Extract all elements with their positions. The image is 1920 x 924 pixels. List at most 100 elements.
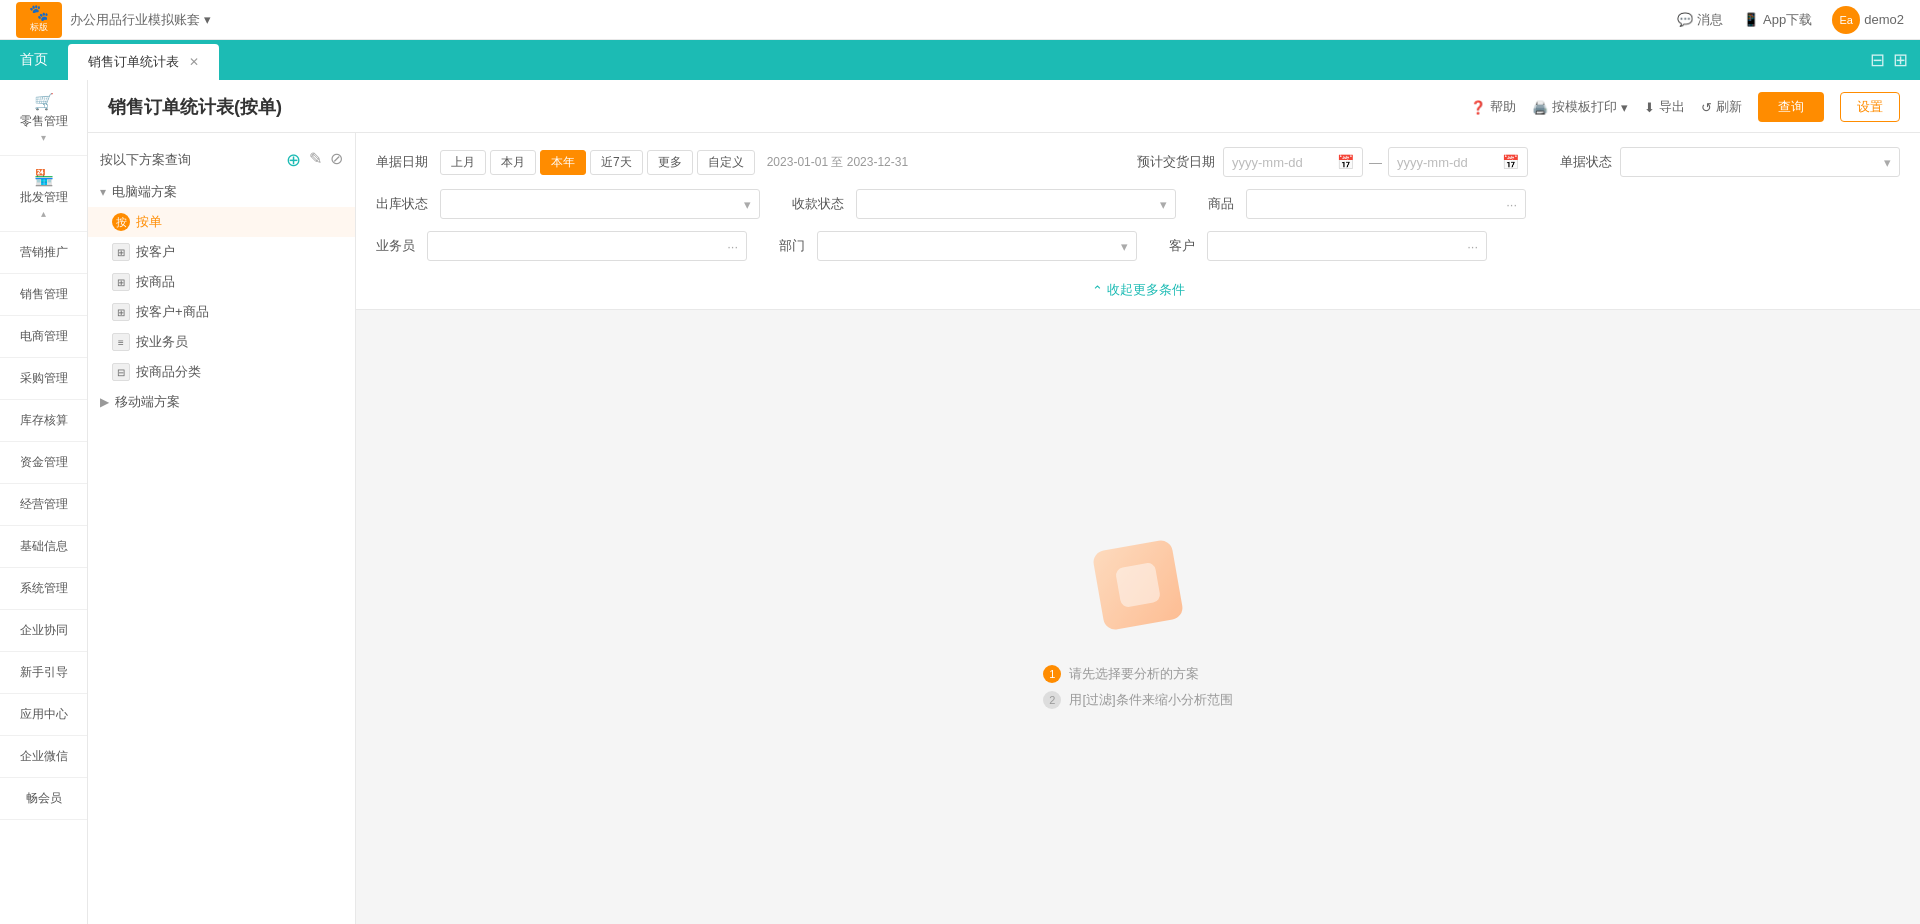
message-icon: 💬	[1677, 12, 1693, 27]
sidebar-label-wechat: 企业微信	[20, 748, 68, 765]
tree-item-label: 按单	[136, 213, 162, 231]
logo: 🐾 标版	[16, 2, 62, 38]
avatar: Ea	[1832, 6, 1860, 34]
app-download-button[interactable]: 📱 App下载	[1743, 11, 1812, 29]
goods-select[interactable]: ···	[1246, 189, 1526, 219]
query-button[interactable]: 查询	[1758, 92, 1824, 122]
customer-select[interactable]: ···	[1207, 231, 1487, 261]
chevron-down-icon: ▾	[204, 12, 211, 27]
sidebar-item-sales[interactable]: 销售管理	[0, 274, 87, 316]
sidebar-item-newbie[interactable]: 新手引导	[0, 652, 87, 694]
tree-item-by-goods[interactable]: ⊞ 按商品	[88, 267, 355, 297]
collapse-filter-bar[interactable]: ⌃ 收起更多条件	[376, 273, 1900, 309]
date-btn-custom[interactable]: 自定义	[697, 150, 755, 175]
sidebar-item-inventory[interactable]: 库存核算	[0, 400, 87, 442]
bill-status-select[interactable]: ▾	[1620, 147, 1900, 177]
scheme-icon-sp: ≡	[112, 333, 130, 351]
minimize-icon[interactable]: ⊟	[1870, 49, 1885, 71]
sidebar-item-enterprise[interactable]: 企业协同	[0, 610, 87, 652]
date-btn-group: 上月 本月 本年 近7天 更多 自定义	[440, 150, 755, 175]
empty-tip-1: 1 请先选择要分析的方案	[1043, 665, 1232, 683]
tree-section-desktop[interactable]: ▾ 电脑端方案	[88, 177, 355, 207]
workspace-title[interactable]: 办公用品行业模拟账套 ▾	[70, 11, 211, 29]
logo-icon: 🐾	[29, 5, 49, 21]
date-btn-last-month[interactable]: 上月	[440, 150, 486, 175]
calendar-end-icon[interactable]: 📅	[1502, 154, 1519, 170]
sidebar-label-retail: 零售管理	[20, 113, 68, 130]
customer-label: 客户	[1169, 237, 1195, 255]
logo-text: 标版	[30, 21, 48, 34]
customer-more-icon[interactable]: ···	[1467, 239, 1478, 254]
tree-section-arrow-mobile: ▶	[100, 395, 109, 409]
user-menu[interactable]: Ea demo2	[1832, 6, 1904, 34]
tree-item-by-category[interactable]: ⊟ 按商品分类	[88, 357, 355, 387]
expected-date-range: yyyy-mm-dd 📅 — yyyy-mm-dd 📅	[1223, 147, 1528, 177]
salesperson-more-icon[interactable]: ···	[727, 239, 738, 254]
tab-home[interactable]: 首页	[0, 40, 68, 80]
page-actions: ❓ 帮助 🖨️ 按模板打印 ▾ ⬇ 导出 ↺ 刷新	[1470, 92, 1900, 122]
sidebar-item-wholesale[interactable]: 🏪 批发管理 ▴	[0, 156, 87, 232]
sidebar-item-marketing[interactable]: 营销推广	[0, 232, 87, 274]
calendar-start-icon[interactable]: 📅	[1337, 154, 1354, 170]
scheme-icon-order: 按	[112, 213, 130, 231]
date-btn-this-month[interactable]: 本月	[490, 150, 536, 175]
sidebar-item-purchase[interactable]: 采购管理	[0, 358, 87, 400]
help-button[interactable]: ❓ 帮助	[1470, 98, 1516, 116]
tree-section-arrow: ▾	[100, 185, 106, 199]
sidebar-item-finance[interactable]: 资金管理	[0, 442, 87, 484]
template-print-button[interactable]: 🖨️ 按模板打印 ▾	[1532, 98, 1628, 116]
salesperson-select[interactable]: ···	[427, 231, 747, 261]
sidebar-label-system: 系统管理	[20, 580, 68, 597]
date-btn-7days[interactable]: 近7天	[590, 150, 643, 175]
tree-item-by-customer-goods[interactable]: ⊞ 按客户+商品	[88, 297, 355, 327]
sidebar-label-apps: 应用中心	[20, 706, 68, 723]
tree-section-label-mobile: 移动端方案	[115, 393, 180, 411]
tip-text-2: 用[过滤]条件来缩小分析范围	[1069, 691, 1232, 709]
sidebar-item-basic[interactable]: 基础信息	[0, 526, 87, 568]
export-button[interactable]: ⬇ 导出	[1644, 98, 1685, 116]
left-panel-actions: ⊕ ✎ ⊘	[286, 149, 343, 171]
date-end-placeholder: yyyy-mm-dd	[1397, 155, 1468, 170]
sidebar-item-retail[interactable]: 🛒 零售管理 ▾	[0, 80, 87, 156]
add-scheme-button[interactable]: ⊕	[286, 149, 301, 171]
expected-date-start[interactable]: yyyy-mm-dd 📅	[1223, 147, 1363, 177]
refresh-button[interactable]: ↺ 刷新	[1701, 98, 1742, 116]
tab-sales-order-stats[interactable]: 销售订单统计表 ✕	[68, 44, 219, 80]
export-icon: ⬇	[1644, 100, 1655, 115]
chevron-down-icon: ▾	[744, 197, 751, 212]
chevron-down-icon: ▾	[1884, 155, 1891, 170]
date-label: 单据日期	[376, 153, 428, 171]
sidebar-item-apps[interactable]: 应用中心	[0, 694, 87, 736]
date-btn-this-year[interactable]: 本年	[540, 150, 586, 175]
tree-section-mobile[interactable]: ▶ 移动端方案	[88, 387, 355, 417]
tree-item-by-customer[interactable]: ⊞ 按客户	[88, 237, 355, 267]
maximize-icon[interactable]: ⊞	[1893, 49, 1908, 71]
sidebar-item-member[interactable]: 畅会员	[0, 778, 87, 820]
out-status-select[interactable]: ▾	[440, 189, 760, 219]
receipt-status-select[interactable]: ▾	[856, 189, 1176, 219]
sidebar-item-operations[interactable]: 经营管理	[0, 484, 87, 526]
sidebar-label-ecommerce: 电商管理	[20, 328, 68, 345]
message-button[interactable]: 💬 消息	[1677, 11, 1723, 29]
collapse-panel-button[interactable]: ⊘	[330, 149, 343, 171]
tree-item-by-order[interactable]: 按 按单	[88, 207, 355, 237]
empty-tip-2: 2 用[过滤]条件来缩小分析范围	[1043, 691, 1232, 709]
expected-date-end[interactable]: yyyy-mm-dd 📅	[1388, 147, 1528, 177]
dept-select[interactable]: ▾	[817, 231, 1137, 261]
sidebar-item-ecommerce[interactable]: 电商管理	[0, 316, 87, 358]
tree-item-by-salesperson[interactable]: ≡ 按业务员	[88, 327, 355, 357]
sidebar-label-marketing: 营销推广	[20, 244, 68, 261]
scheme-icon-goods: ⊞	[112, 273, 130, 291]
tree-item-label: 按客户	[136, 243, 175, 261]
tree-item-label: 按商品	[136, 273, 175, 291]
sales-order-tab-label: 销售订单统计表	[88, 53, 179, 71]
out-status-label: 出库状态	[376, 195, 428, 213]
tab-close-icon[interactable]: ✕	[189, 55, 199, 69]
edit-scheme-button[interactable]: ✎	[309, 149, 322, 171]
goods-more-icon[interactable]: ···	[1506, 197, 1517, 212]
scheme-icon-cat: ⊟	[112, 363, 130, 381]
sidebar-item-system[interactable]: 系统管理	[0, 568, 87, 610]
settings-button[interactable]: 设置	[1840, 92, 1900, 122]
date-btn-more[interactable]: 更多	[647, 150, 693, 175]
sidebar-item-wechat[interactable]: 企业微信	[0, 736, 87, 778]
